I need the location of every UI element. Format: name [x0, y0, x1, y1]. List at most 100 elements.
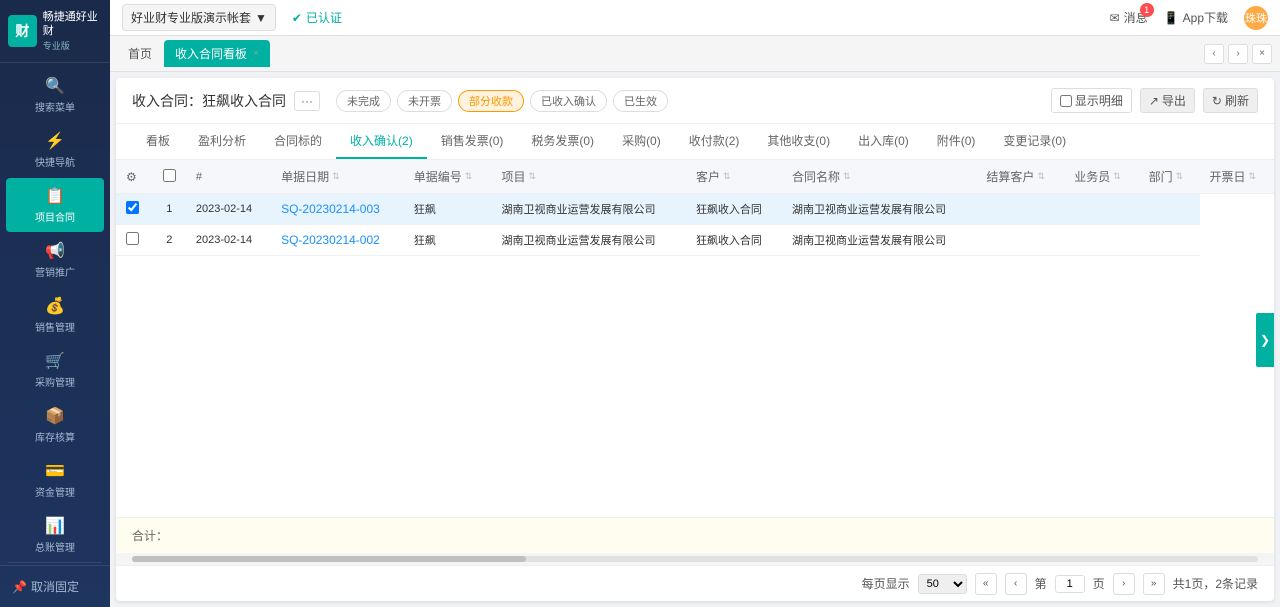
row-checkbox-1[interactable]: [126, 201, 139, 214]
show-detail-toggle[interactable]: 显示明细: [1051, 88, 1132, 113]
refresh-button[interactable]: ↻ 刷新: [1203, 88, 1258, 113]
col-label-invoice_date: 开票日: [1210, 168, 1246, 185]
sub-tab-other_income[interactable]: 其他收支(0): [753, 124, 844, 159]
row-customer-2: 湖南卫视商业运营发展有限公司: [492, 225, 686, 256]
row-checkbox-2[interactable]: [126, 232, 139, 245]
sidebar-label-inventory: 库存核算: [35, 429, 75, 444]
row-number-link-2[interactable]: SQ-20230214-002: [281, 233, 380, 247]
purchase-icon: 🛒: [45, 351, 65, 371]
page-number-input[interactable]: [1055, 575, 1085, 593]
sidebar-item-search[interactable]: 🔍 搜索菜单: [6, 68, 104, 122]
export-button[interactable]: ↗ 导出: [1140, 88, 1195, 113]
company-name: 好业财专业版演示帐套: [131, 9, 251, 26]
tab-close-contract[interactable]: ×: [253, 48, 259, 59]
col-header-contract_name[interactable]: 合同名称⇅: [782, 160, 976, 194]
tab-contract[interactable]: 收入合同看板×: [164, 40, 270, 67]
message-badge: 1: [1140, 3, 1154, 17]
row-number-1[interactable]: SQ-20230214-003: [271, 194, 404, 225]
page-header-right: 显示明细 ↗ 导出 ↻ 刷新: [1051, 88, 1258, 113]
col-header-department[interactable]: 部门⇅: [1139, 160, 1200, 194]
company-selector[interactable]: 好业财专业版演示帐套 ▼: [122, 4, 276, 31]
row-contract-name-2: 狂飙收入合同: [686, 225, 782, 256]
app-download-button[interactable]: 📱 App下载: [1164, 9, 1228, 26]
status-tag-effective[interactable]: 已生效: [613, 90, 668, 112]
table-row[interactable]: 12023-02-14SQ-20230214-003狂飙湖南卫视商业运营发展有限…: [116, 194, 1274, 225]
right-panel-button[interactable]: ❯: [1256, 313, 1274, 367]
unpin-button[interactable]: 📌 取消固定: [8, 574, 102, 599]
sidebar-item-fund[interactable]: 💳 资金管理: [6, 453, 104, 507]
sales-icon: 💰: [45, 296, 65, 316]
col-header-invoice_date[interactable]: 开票日⇅: [1200, 160, 1274, 194]
more-button[interactable]: ···: [294, 91, 320, 111]
user-menu[interactable]: 珠珠: [1244, 6, 1268, 30]
col-header-date[interactable]: 单据日期⇅: [271, 160, 404, 194]
topbar-right: ✉ 消息 1 📱 App下载 珠珠: [1110, 6, 1268, 30]
col-label-end_customer: 结算客户: [986, 168, 1034, 185]
sidebar-item-general[interactable]: 📊 总账管理: [6, 508, 104, 560]
col-header-salesperson[interactable]: 业务员⇅: [1064, 160, 1138, 194]
avatar: 珠珠: [1244, 6, 1268, 30]
status-tag-confirmed[interactable]: 已收入确认: [530, 90, 607, 112]
tab-home[interactable]: 首页: [118, 41, 162, 66]
inventory-icon: 📦: [45, 406, 65, 426]
status-tag-incomplete[interactable]: 未完成: [336, 90, 391, 112]
row-number-link-1[interactable]: SQ-20230214-003: [281, 202, 380, 216]
logo-icon: 财: [8, 15, 37, 47]
last-page-button[interactable]: »: [1143, 573, 1165, 595]
row-end-customer-2: 湖南卫视商业运营发展有限公司: [782, 225, 976, 256]
sidebar-item-inventory[interactable]: 📦 库存核算: [6, 398, 104, 452]
sub-tab-tax_invoice[interactable]: 税务发票(0): [517, 124, 608, 159]
export-icon: ↗: [1149, 94, 1159, 108]
status-tag-partial_received[interactable]: 部分收款: [458, 90, 524, 112]
show-detail-checkbox[interactable]: [1060, 95, 1072, 107]
sub-tab-profit[interactable]: 盈利分析: [184, 124, 260, 159]
col-header-number[interactable]: 单据编号⇅: [404, 160, 492, 194]
row-salesperson-2: [976, 225, 1064, 256]
table-footer: 合计：: [116, 517, 1274, 553]
row-contract-name-1: 狂飙收入合同: [686, 194, 782, 225]
sidebar-label-purchase: 采购管理: [35, 374, 75, 389]
select-all-checkbox[interactable]: [163, 169, 176, 182]
search-icon: 🔍: [45, 76, 65, 96]
sub-tab-sales_invoice[interactable]: 销售发票(0): [427, 124, 518, 159]
row-customer-1: 湖南卫视商业运营发展有限公司: [492, 194, 686, 225]
tab-next-arrow[interactable]: ›: [1228, 44, 1248, 64]
scroll-thumb[interactable]: [132, 556, 526, 562]
tab-bar: 首页收入合同看板× ‹ › ×: [110, 36, 1280, 72]
sub-tab-overview[interactable]: 看板: [132, 124, 184, 159]
message-button[interactable]: ✉ 消息 1: [1110, 9, 1148, 26]
status-tag-uninvoiced[interactable]: 未开票: [397, 90, 452, 112]
table-row[interactable]: 22023-02-14SQ-20230214-002狂飙湖南卫视商业运营发展有限…: [116, 225, 1274, 256]
tab-close-all[interactable]: ×: [1252, 44, 1272, 64]
tab-prev-arrow[interactable]: ‹: [1204, 44, 1224, 64]
dropdown-icon: ▼: [255, 11, 267, 25]
first-page-button[interactable]: «: [975, 573, 997, 595]
col-header-customer[interactable]: 客户⇅: [686, 160, 782, 194]
sub-tab-attachment[interactable]: 附件(0): [923, 124, 990, 159]
sidebar-item-purchase[interactable]: 🛒 采购管理: [6, 343, 104, 397]
sidebar-bottom: 📌 取消固定: [0, 565, 110, 607]
sidebar-item-sales[interactable]: 💰 销售管理: [6, 288, 104, 342]
message-icon: ✉: [1110, 11, 1120, 25]
next-page-button[interactable]: ›: [1113, 573, 1135, 595]
settings-icon[interactable]: ⚙: [126, 170, 137, 184]
prev-page-button[interactable]: ‹: [1005, 573, 1027, 595]
sub-tab-payment[interactable]: 收付款(2): [675, 124, 754, 159]
sub-tab-confirm_income[interactable]: 收入确认(2): [336, 124, 427, 159]
page-size-select[interactable]: 2050100: [918, 574, 967, 594]
marketing-icon: 📢: [45, 241, 65, 261]
col-header-end_customer[interactable]: 结算客户⇅: [976, 160, 1064, 194]
sidebar-item-project[interactable]: 📋 项目合同: [6, 178, 104, 232]
table-container[interactable]: ⚙#单据日期⇅单据编号⇅项目⇅客户⇅合同名称⇅结算客户⇅业务员⇅部门⇅开票日⇅ …: [116, 160, 1274, 517]
sidebar-item-quick-nav[interactable]: ⚡ 快捷导航: [6, 123, 104, 177]
sub-tab-warehouse[interactable]: 出入库(0): [844, 124, 923, 159]
col-header-project[interactable]: 项目⇅: [492, 160, 686, 194]
row-index-1: 1: [153, 194, 186, 225]
horizontal-scrollbar[interactable]: [116, 553, 1274, 565]
row-number-2[interactable]: SQ-20230214-002: [271, 225, 404, 256]
sub-tab-purchase[interactable]: 采购(0): [608, 124, 675, 159]
sub-tab-change_record[interactable]: 变更记录(0): [989, 124, 1080, 159]
sub-tab-standards[interactable]: 合同标的: [260, 124, 336, 159]
sidebar-item-marketing[interactable]: 📢 营销推广: [6, 233, 104, 287]
tab-label-home: 首页: [128, 45, 152, 62]
